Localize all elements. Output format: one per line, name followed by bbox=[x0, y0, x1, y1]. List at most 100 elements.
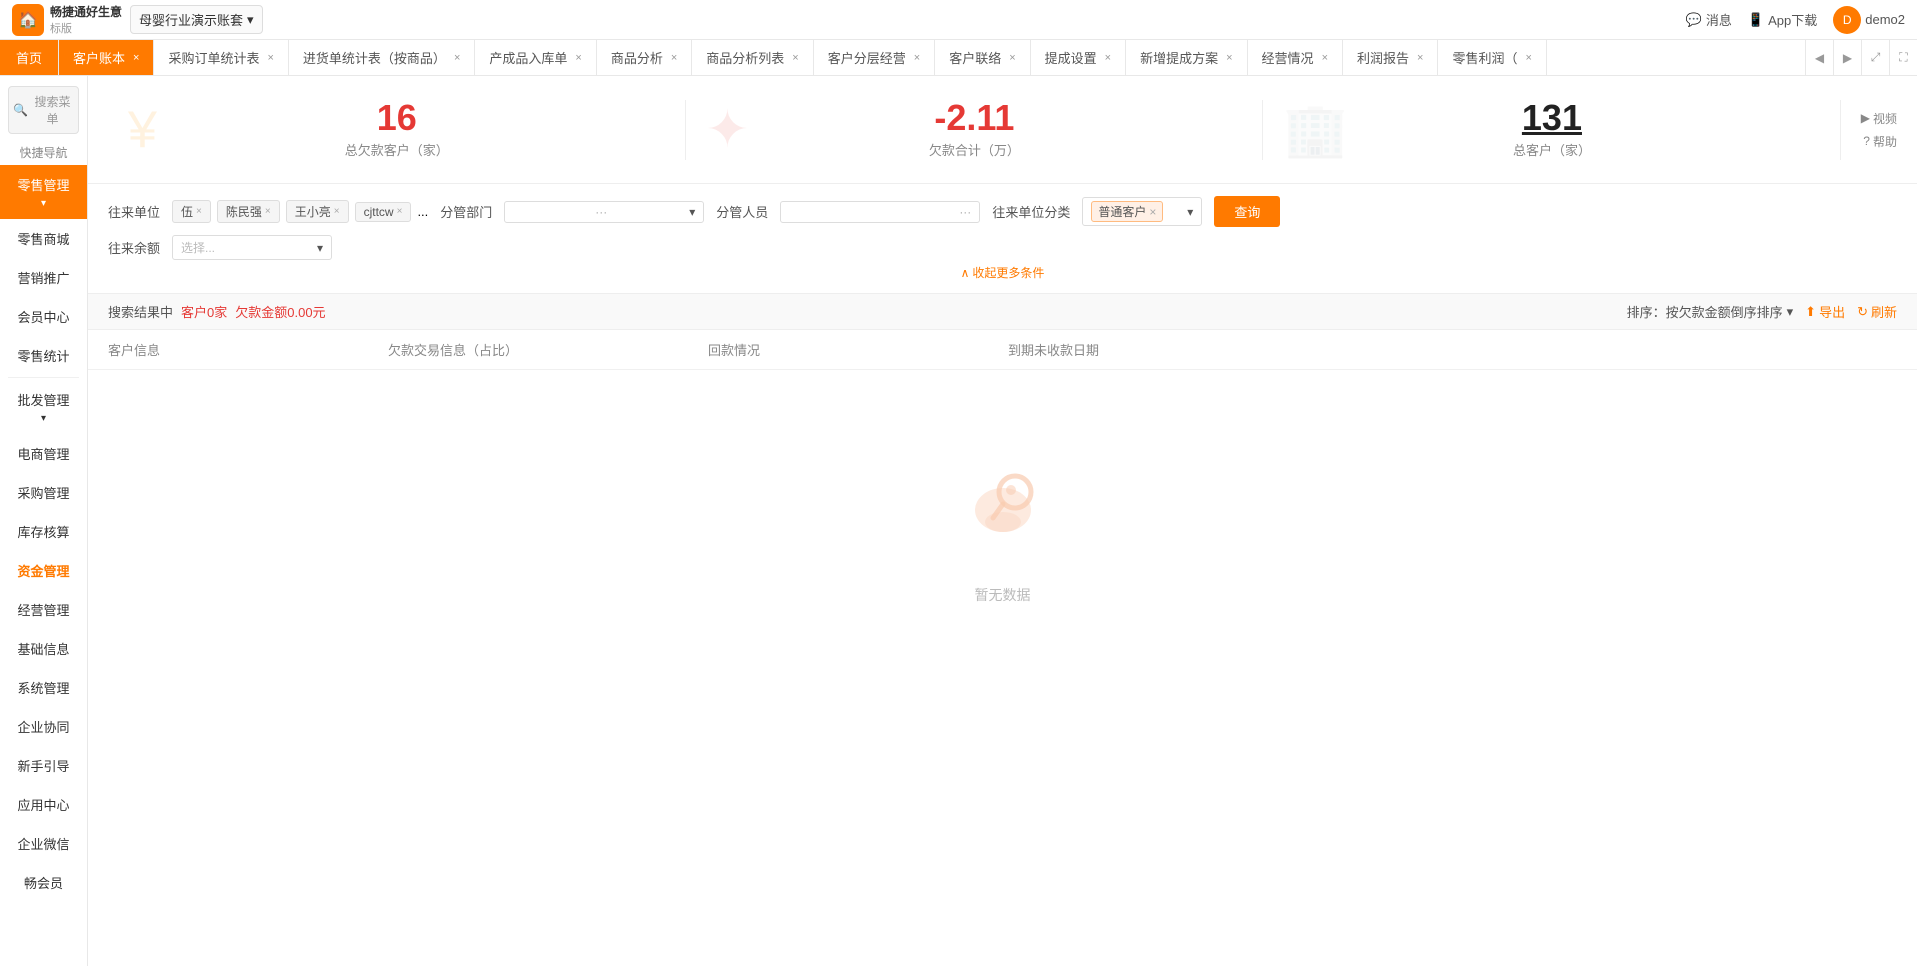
tag-chen-close[interactable]: × bbox=[265, 206, 271, 217]
tab-product-analysis-list[interactable]: 商品分析列表 × bbox=[692, 40, 813, 76]
tab-close-product-analysis-list[interactable]: × bbox=[792, 52, 798, 64]
sidebar-item-enterprise-collab[interactable]: 企业协同 bbox=[0, 707, 87, 746]
tab-close-business-status[interactable]: × bbox=[1322, 52, 1328, 64]
tab-business-status[interactable]: 经营情况 × bbox=[1248, 40, 1343, 76]
company-filter-tags: 伍 × 陈民强 × 王小亮 × cjttcw × ... bbox=[172, 200, 428, 223]
content-area: ¥ 16 总欠款客户（家） ✦ -2.11 欠款合计（万） 🏢 131 总客户（… bbox=[88, 76, 1917, 966]
org-selector[interactable]: 母婴行业演示账套 ▾ bbox=[130, 5, 263, 34]
chevron-down-icon: ▾ bbox=[41, 198, 46, 209]
sidebar-item-app-center[interactable]: 应用中心 bbox=[0, 785, 87, 824]
sidebar-item-enterprise-wechat[interactable]: 企业微信 bbox=[0, 824, 87, 863]
sidebar-item-purchase-mgmt[interactable]: 采购管理 bbox=[0, 473, 87, 512]
tab-cost-storage[interactable]: 产成品入库单 × bbox=[475, 40, 596, 76]
nav-arrow-left[interactable]: ◀ bbox=[1805, 40, 1833, 76]
sort-select[interactable]: 排序：按欠款金额倒序排序 ▾ bbox=[1627, 302, 1794, 321]
tab-customer-capital[interactable]: 客户账本 × bbox=[59, 40, 154, 76]
sidebar-item-batch-mgmt[interactable]: 批发管理 ▾ bbox=[0, 380, 87, 434]
top-bar-left: 🏠 畅捷通好生意 标版 母婴行业演示账套 ▾ bbox=[12, 3, 263, 36]
person-filter-select[interactable]: ··· bbox=[780, 201, 980, 223]
credit-amount-label: 欠款金额0.00元 bbox=[235, 302, 325, 321]
tab-retail-profit[interactable]: 零售利润（ × bbox=[1438, 40, 1546, 76]
main-layout: 🔍 搜索菜单 快捷导航 零售管理 ▾ 零售商城 营销推广 会员中心 零售统计 批… bbox=[0, 76, 1917, 966]
message-btn[interactable]: 💬 消息 bbox=[1686, 10, 1732, 29]
tag-cjttcw-close[interactable]: × bbox=[397, 206, 403, 217]
tag-wang-close[interactable]: × bbox=[334, 206, 340, 217]
user-profile[interactable]: D demo2 bbox=[1833, 6, 1905, 34]
tab-close-purchase-order-stats[interactable]: × bbox=[267, 52, 273, 64]
tab-close-profit-report[interactable]: × bbox=[1417, 52, 1423, 64]
tab-improve-settings[interactable]: 提成设置 × bbox=[1031, 40, 1126, 76]
nav-arrow-right[interactable]: ▶ bbox=[1833, 40, 1861, 76]
category-filter-label: 往来单位分类 bbox=[992, 202, 1070, 221]
sidebar-item-vip-member[interactable]: 畅会员 bbox=[0, 863, 87, 902]
tab-new-improve-plan-label: 新增提成方案 bbox=[1140, 48, 1218, 67]
tab-close-purchase-stats-by-product[interactable]: × bbox=[454, 52, 460, 64]
tab-close-product-analysis[interactable]: × bbox=[671, 52, 677, 64]
tab-close-cost-storage[interactable]: × bbox=[575, 52, 581, 64]
query-button[interactable]: 查询 bbox=[1214, 196, 1280, 227]
tab-close-improve-settings[interactable]: × bbox=[1105, 52, 1111, 64]
balance-filter-select[interactable]: 选择... ▾ bbox=[172, 235, 332, 260]
collapse-btn[interactable]: ∧ 收起更多条件 bbox=[961, 264, 1045, 281]
tab-close-customer-segment[interactable]: × bbox=[914, 52, 920, 64]
sidebar-item-system-mgmt[interactable]: 系统管理 bbox=[0, 668, 87, 707]
help-label: 帮助 bbox=[1873, 133, 1897, 150]
tab-improve-settings-label: 提成设置 bbox=[1045, 48, 1097, 67]
top-bar-right: 💬 消息 📱 App下载 D demo2 bbox=[1686, 6, 1905, 34]
tag-more-btn[interactable]: ... bbox=[417, 204, 428, 219]
tab-close-new-improve-plan[interactable]: × bbox=[1226, 52, 1232, 64]
sidebar-item-retail-mall[interactable]: 零售商城 bbox=[0, 219, 87, 258]
sidebar-item-member-center[interactable]: 会员中心 bbox=[0, 297, 87, 336]
sidebar-quick-nav[interactable]: 快捷导航 bbox=[0, 140, 87, 165]
sidebar-item-new-guide[interactable]: 新手引导 bbox=[0, 746, 87, 785]
help-btn[interactable]: ? 帮助 bbox=[1863, 133, 1897, 150]
nav-tabs: 首页 客户账本 × 采购订单统计表 × 进货单统计表（按商品） × 产成品入库单… bbox=[0, 40, 1917, 76]
new-guide-label: 新手引导 bbox=[17, 756, 69, 775]
filter-area: 往来单位 伍 × 陈民强 × 王小亮 × cjttcw bbox=[88, 184, 1917, 294]
export-btn[interactable]: ⬆ 导出 bbox=[1805, 302, 1845, 321]
category-filter-select[interactable]: 普通客户 × ▾ bbox=[1082, 197, 1202, 226]
tab-product-analysis[interactable]: 商品分析 × bbox=[597, 40, 692, 76]
sidebar-item-basic-info[interactable]: 基础信息 bbox=[0, 629, 87, 668]
tab-customer-segment[interactable]: 客户分层经营 × bbox=[814, 40, 935, 76]
nav-fullscreen[interactable]: ⛶ bbox=[1889, 40, 1917, 76]
video-btn[interactable]: ▶ 视频 bbox=[1861, 110, 1897, 127]
sidebar-item-inventory-check[interactable]: 库存核算 bbox=[0, 512, 87, 551]
search-icon: 🔍 bbox=[13, 103, 28, 117]
sidebar-item-retail-stats[interactable]: 零售统计 bbox=[0, 336, 87, 375]
col-credit-info: 欠款交易信息（占比） bbox=[388, 340, 708, 359]
tab-purchase-order-stats-label: 采购订单统计表 bbox=[168, 48, 259, 67]
tab-close-customer-contact[interactable]: × bbox=[1009, 52, 1015, 64]
stat-credit-customers-label: 总欠款客户（家） bbox=[345, 140, 449, 159]
sidebar-item-marketing[interactable]: 营销推广 bbox=[0, 258, 87, 297]
tab-close-retail-profit[interactable]: × bbox=[1525, 52, 1531, 64]
tab-profit-report[interactable]: 利润报告 × bbox=[1343, 40, 1438, 76]
tab-profit-report-label: 利润报告 bbox=[1357, 48, 1409, 67]
refresh-btn[interactable]: ↻ 刷新 bbox=[1857, 302, 1897, 321]
tag-wu-close[interactable]: × bbox=[196, 206, 202, 217]
tab-close-customer-capital[interactable]: × bbox=[133, 52, 139, 64]
stat-total-customers-label: 总客户（家） bbox=[1513, 140, 1591, 159]
app-download-btn[interactable]: 📱 App下载 bbox=[1748, 10, 1817, 29]
search-result-label: 搜索结果中 bbox=[108, 302, 173, 321]
sidebar-item-retail-mgmt[interactable]: 零售管理 ▾ bbox=[0, 165, 87, 219]
tab-purchase-order-stats[interactable]: 采购订单统计表 × bbox=[154, 40, 288, 76]
balance-dropdown-icon: ▾ bbox=[317, 241, 323, 255]
tab-new-improve-plan[interactable]: 新增提成方案 × bbox=[1126, 40, 1247, 76]
sidebar-item-capital-mgmt[interactable]: 资金管理 bbox=[0, 551, 87, 590]
basic-info-label: 基础信息 bbox=[17, 639, 69, 658]
dept-filter-select[interactable]: ··· ▾ bbox=[504, 201, 704, 223]
tab-purchase-stats-by-product[interactable]: 进货单统计表（按商品） × bbox=[289, 40, 475, 76]
category-close[interactable]: × bbox=[1149, 205, 1156, 219]
tab-customer-capital-label: 客户账本 bbox=[73, 48, 125, 67]
sidebar-search-btn[interactable]: 🔍 搜索菜单 bbox=[8, 86, 79, 134]
dept-more-icon: ··· bbox=[595, 205, 607, 219]
sidebar-item-operation-mgmt[interactable]: 经营管理 bbox=[0, 590, 87, 629]
sort-label: 排序：按欠款金额倒序排序 bbox=[1627, 302, 1783, 321]
sidebar-item-ecommerce-mgmt[interactable]: 电商管理 bbox=[0, 434, 87, 473]
tab-home[interactable]: 首页 bbox=[0, 40, 59, 76]
retail-stats-label: 零售统计 bbox=[17, 346, 69, 365]
tab-customer-contact[interactable]: 客户联络 × bbox=[935, 40, 1030, 76]
table-header-bar-right: 排序：按欠款金额倒序排序 ▾ ⬆ 导出 ↻ 刷新 bbox=[1627, 302, 1897, 321]
nav-expand[interactable]: ⤢ bbox=[1861, 40, 1889, 76]
